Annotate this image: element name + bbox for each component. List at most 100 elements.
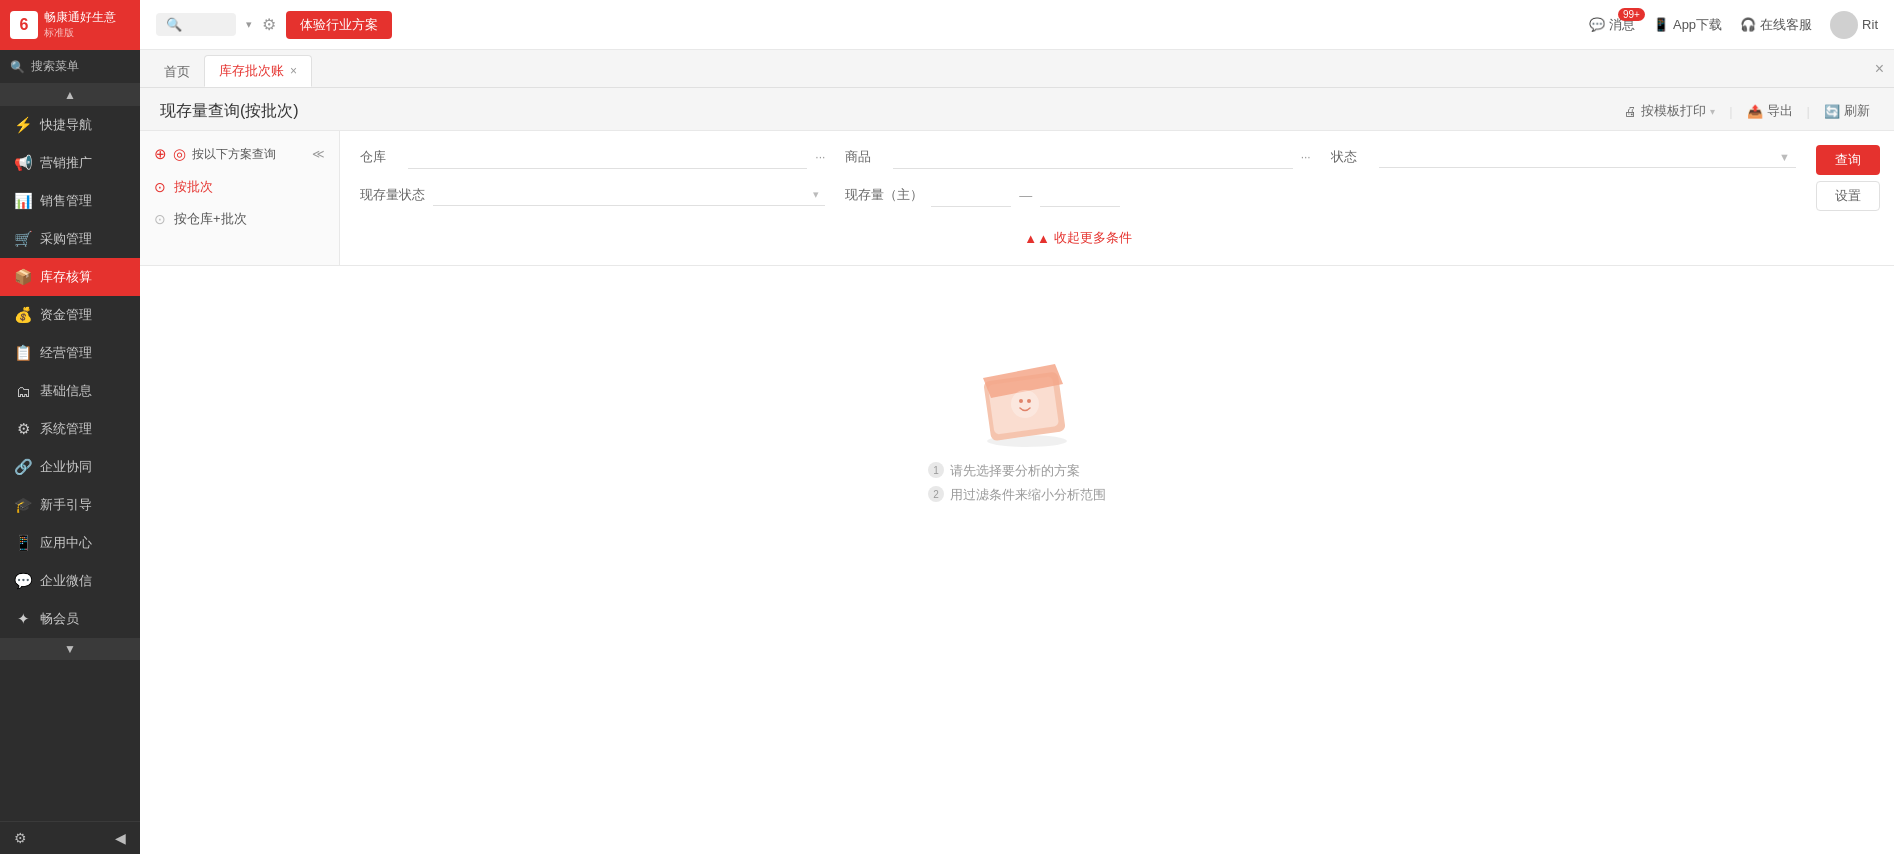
sidebar-item-finance[interactable]: 💰 资金管理 <box>0 296 140 334</box>
sidebar-item-basics[interactable]: 🗂 基础信息 <box>0 372 140 410</box>
settings-button[interactable]: 设置 <box>1816 181 1880 211</box>
topbar-dropdown-icon[interactable]: ▾ <box>246 18 252 31</box>
sidebar-item-operations[interactable]: 📋 经营管理 <box>0 334 140 372</box>
filter-row-2: 现存量状态 ▾ 现存量（主） — <box>360 183 1796 207</box>
system-icon: ⚙ <box>14 420 32 438</box>
tip-1-number: 1 <box>928 462 944 478</box>
scroll-down-btn[interactable]: ▼ <box>0 638 140 660</box>
product-more-icon[interactable]: ··· <box>1301 150 1311 164</box>
page-content: 现存量查询(按批次) 🖨 按模板打印 ▾ | 📤 导出 | 🔄 刷新 <box>140 88 1894 854</box>
tabbar-close-button[interactable]: × <box>1875 60 1884 78</box>
sidebar-nav: ▲ ⚡ 快捷导航 📢 营销推广 📊 销售管理 🛒 采购管理 📦 库存核算 💰 资… <box>0 84 140 821</box>
refresh-icon: 🔄 <box>1824 104 1840 119</box>
sidebar-item-appstore[interactable]: 📱 应用中心 <box>0 524 140 562</box>
sidebar-item-enterprise[interactable]: 🔗 企业协同 <box>0 448 140 486</box>
sidebar-item-sales[interactable]: 📊 销售管理 <box>0 182 140 220</box>
sidebar-item-inventory[interactable]: 📦 库存核算 <box>0 258 140 296</box>
empty-tip-1: 1 请先选择要分析的方案 <box>928 462 1106 480</box>
user-item[interactable]: Rit <box>1830 11 1878 39</box>
print-template-button[interactable]: 🖨 按模板打印 ▾ <box>1620 100 1719 122</box>
search-menu[interactable]: 🔍 搜索菜单 <box>0 50 140 84</box>
tab-close-icon[interactable]: × <box>290 64 297 78</box>
query-btn-area: 查询 设置 <box>1816 131 1894 265</box>
collapse-conditions-button[interactable]: ▲▲ 收起更多条件 <box>1024 229 1132 247</box>
topbar-gear-icon[interactable]: ⚙ <box>262 15 276 34</box>
experience-button[interactable]: 体验行业方案 <box>286 11 392 39</box>
sidebar-item-label: 采购管理 <box>40 230 92 248</box>
stock-status-select[interactable]: ▾ <box>433 184 825 206</box>
collapse-label: 收起更多条件 <box>1054 229 1132 247</box>
empty-svg <box>967 346 1087 456</box>
shortcut-icon: ⚡ <box>14 116 32 134</box>
query-button[interactable]: 查询 <box>1816 145 1880 175</box>
status-select[interactable]: ▼ <box>1379 147 1796 168</box>
messages-item[interactable]: 💬 消息 99+ <box>1589 16 1635 34</box>
sidebar-item-label: 企业微信 <box>40 572 92 590</box>
collapse-sidebar-icon[interactable]: ≪ <box>312 147 325 161</box>
online-support-label: 在线客服 <box>1760 16 1812 34</box>
qty-max-input[interactable] <box>1040 183 1120 207</box>
basics-icon: 🗂 <box>14 383 32 400</box>
avatar <box>1830 11 1858 39</box>
sidebar-item-wechat[interactable]: 💬 企业微信 <box>0 562 140 600</box>
topbar: 🔍 ▾ ⚙ 体验行业方案 💬 消息 99+ 📱 App下载 🎧 在线客服 Rit <box>140 0 1894 50</box>
stock-status-chevron-icon[interactable]: ▾ <box>813 188 819 201</box>
sidebar-item-label: 库存核算 <box>40 268 92 286</box>
sidebar-item-newbie[interactable]: 🎓 新手引导 <box>0 486 140 524</box>
tip-1-text: 请先选择要分析的方案 <box>950 462 1080 480</box>
product-field: 商品 ··· <box>845 145 1310 169</box>
qty-field: 现存量（主） — <box>845 183 1310 207</box>
status-chevron-icon[interactable]: ▼ <box>1779 151 1790 163</box>
filter-option-label: 按仓库+批次 <box>174 210 247 228</box>
tab-home-label: 首页 <box>164 63 190 81</box>
footer-settings-icon[interactable]: ⚙ <box>14 830 27 846</box>
enterprise-icon: 🔗 <box>14 458 32 476</box>
action-divider-2: | <box>1807 104 1810 119</box>
sidebar-item-marketing[interactable]: 📢 营销推广 <box>0 144 140 182</box>
search-menu-label: 搜索菜单 <box>31 58 79 75</box>
app-logo: 6 <box>10 11 38 39</box>
sidebar-item-label: 应用中心 <box>40 534 92 552</box>
topbar-search-icon: 🔍 <box>166 17 182 32</box>
product-input[interactable] <box>893 145 1292 169</box>
online-support-item[interactable]: 🎧 在线客服 <box>1740 16 1812 34</box>
app-download-label: App下载 <box>1673 16 1722 34</box>
add-scheme-icon[interactable]: ⊕ <box>154 145 167 163</box>
scheme-settings-icon[interactable]: ◎ <box>173 145 186 163</box>
action-divider-1: | <box>1729 104 1732 119</box>
membership-icon: ✦ <box>14 610 32 628</box>
message-icon: 💬 <box>1589 17 1605 32</box>
tab-inventory-batch[interactable]: 库存批次账 × <box>204 55 312 87</box>
warehouse-label: 仓库 <box>360 148 400 166</box>
footer-collapse-icon[interactable]: ◀ <box>115 830 126 846</box>
refresh-button[interactable]: 🔄 刷新 <box>1820 100 1874 122</box>
app-download-item[interactable]: 📱 App下载 <box>1653 16 1722 34</box>
tabbar: 首页 库存批次账 × × <box>140 50 1894 88</box>
empty-state: 1 请先选择要分析的方案 2 用过滤条件来缩小分析范围 <box>140 266 1894 584</box>
print-icon: 🖨 <box>1624 104 1637 119</box>
sidebar-item-label: 企业协同 <box>40 458 92 476</box>
warehouse-more-icon[interactable]: ··· <box>815 150 825 164</box>
warehouse-input[interactable] <box>408 145 807 169</box>
sidebar: 6 畅康通好生意 标准版 🔍 搜索菜单 ▲ ⚡ 快捷导航 📢 营销推广 📊 销售… <box>0 0 140 854</box>
print-dropdown-icon[interactable]: ▾ <box>1710 106 1715 117</box>
scroll-up-btn[interactable]: ▲ <box>0 84 140 106</box>
export-button[interactable]: 📤 导出 <box>1743 100 1797 122</box>
topbar-search-box[interactable]: 🔍 <box>156 13 236 36</box>
filter-option-by-batch[interactable]: ⊙ 按批次 <box>140 171 339 203</box>
sidebar-item-shortcut[interactable]: ⚡ 快捷导航 <box>0 106 140 144</box>
sidebar-item-system[interactable]: ⚙ 系统管理 <box>0 410 140 448</box>
filter-option-by-warehouse-batch[interactable]: ⊙ 按仓库+批次 <box>140 203 339 235</box>
qty-min-input[interactable] <box>931 183 1011 207</box>
sidebar-item-label: 销售管理 <box>40 192 92 210</box>
sidebar-item-membership[interactable]: ✦ 畅会员 <box>0 600 140 638</box>
sidebar-item-purchase[interactable]: 🛒 采购管理 <box>0 220 140 258</box>
warehouse-batch-option-icon: ⊙ <box>154 211 166 227</box>
marketing-icon: 📢 <box>14 154 32 172</box>
tab-home[interactable]: 首页 <box>150 57 204 87</box>
company-name: 畅康通好生意 <box>44 10 116 26</box>
inventory-icon: 📦 <box>14 268 32 286</box>
operations-icon: 📋 <box>14 344 32 362</box>
edition-label: 标准版 <box>44 26 116 40</box>
filter-main: 仓库 ··· 商品 ··· 状态 <box>340 131 1816 265</box>
